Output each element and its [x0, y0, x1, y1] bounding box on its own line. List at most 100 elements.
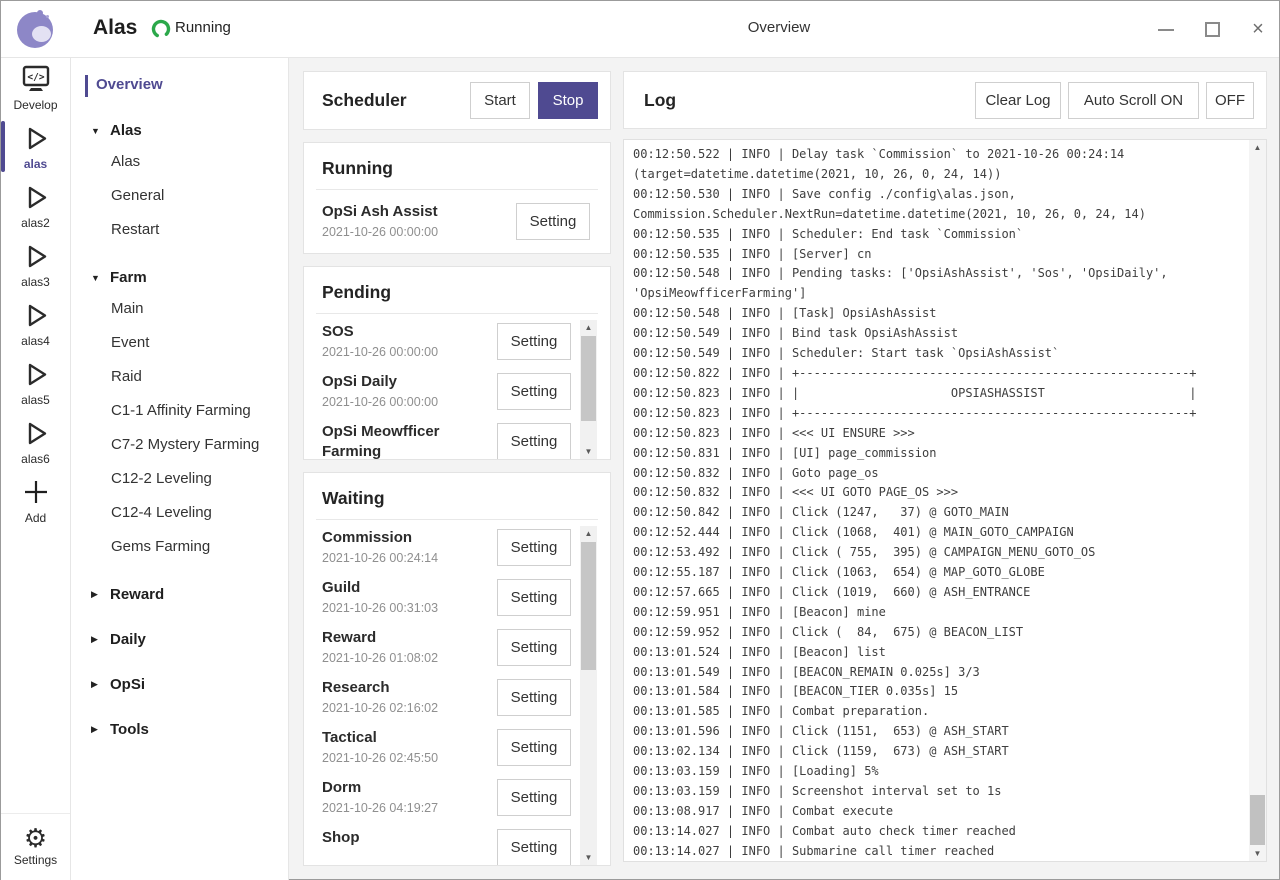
- waiting-title: Waiting: [322, 488, 385, 508]
- scheduler-status: Running: [175, 19, 231, 36]
- settings-label: Settings: [14, 853, 57, 867]
- minimize-button[interactable]: [1155, 19, 1177, 41]
- nav-group-daily[interactable]: ▶Daily: [71, 626, 288, 653]
- nav-item-restart[interactable]: Restart: [71, 213, 288, 246]
- task-row-opsi-meowfficer-farming: OpSi Meowfficer FarmingSetting: [304, 419, 610, 460]
- nav-item-gems-farming[interactable]: Gems Farming: [71, 530, 288, 563]
- nav-item-raid[interactable]: Raid: [71, 360, 288, 393]
- task-row-guild: Guild2021-10-26 00:31:03Setting: [304, 575, 610, 625]
- scroll-up-icon[interactable]: ▲: [580, 526, 597, 541]
- pending-scrollbar[interactable]: ▲ ▼: [580, 320, 597, 459]
- scrollbar-thumb[interactable]: [1250, 795, 1265, 845]
- running-title: Running: [322, 158, 393, 178]
- rail-item-alas2[interactable]: alas2: [1, 176, 70, 235]
- plus-icon: [21, 477, 51, 509]
- nav-group-farm[interactable]: ▼Farm: [71, 264, 288, 291]
- chevron-right-icon: ▶: [91, 589, 101, 600]
- play-icon: [21, 359, 51, 391]
- task-row-research: Research 2021-10-26 02:16:02 Setting: [304, 675, 610, 725]
- scroll-up-icon[interactable]: ▲: [580, 320, 597, 335]
- scroll-down-icon[interactable]: ▼: [1249, 846, 1266, 861]
- sidebar-item-overview[interactable]: Overview: [71, 70, 288, 99]
- rail-item-alas5[interactable]: alas5: [1, 353, 70, 412]
- nav-item-c12-2-leveling[interactable]: C12-2 Leveling: [71, 462, 288, 495]
- task-setting-button[interactable]: Setting: [497, 729, 571, 766]
- rail-item-alas3[interactable]: alas3: [1, 235, 70, 294]
- task-setting-button[interactable]: Setting: [497, 679, 571, 716]
- nav-group-tools[interactable]: ▶Tools: [71, 716, 288, 743]
- nav-item-c12-4-leveling[interactable]: C12-4 Leveling: [71, 496, 288, 529]
- nav-group-alas[interactable]: ▼Alas: [71, 117, 288, 144]
- instance-rail: </> Develop alas alas2 alas3alas4alas5alas6 A…: [1, 58, 71, 880]
- maximize-button[interactable]: [1201, 19, 1223, 41]
- task-next-run-time: 2021-10-26 00:24:14: [322, 551, 438, 565]
- rail-item-add[interactable]: Add: [1, 471, 70, 530]
- task-name: Research: [322, 678, 500, 698]
- task-setting-button[interactable]: Setting: [497, 423, 571, 460]
- task-next-run-time: 2021-10-26 00:00:00: [322, 225, 438, 239]
- task-setting-button[interactable]: Setting: [516, 203, 590, 240]
- scheduler-card: Scheduler Start Stop: [303, 71, 611, 130]
- svg-text:</>: </>: [27, 72, 44, 83]
- task-row-opsi-ash-assist: OpSi Ash Assist2021-10-26 00:00:00Settin…: [304, 199, 610, 249]
- task-setting-button[interactable]: Setting: [497, 373, 571, 410]
- task-setting-button[interactable]: Setting: [497, 579, 571, 616]
- task-setting-button[interactable]: Setting: [497, 323, 571, 360]
- task-next-run-time: 2021-10-26 00:00:00: [322, 345, 438, 359]
- scroll-down-icon[interactable]: ▼: [580, 850, 597, 865]
- task-name: SOS: [322, 322, 500, 342]
- scrollbar-thumb[interactable]: [581, 336, 596, 421]
- pending-title: Pending: [322, 282, 391, 302]
- nav-item-main[interactable]: Main: [71, 292, 288, 325]
- rail-item-label: Develop: [13, 98, 57, 112]
- nav-group-reward[interactable]: ▶Reward: [71, 581, 288, 608]
- close-button[interactable]: ×: [1247, 19, 1269, 41]
- task-setting-button[interactable]: Setting: [497, 629, 571, 666]
- auto-scroll-off-button[interactable]: OFF: [1206, 82, 1254, 119]
- rail-item-alas6[interactable]: alas6: [1, 412, 70, 471]
- task-name: Tactical: [322, 728, 500, 748]
- sidebar-item-settings[interactable]: ⚙ Settings: [1, 813, 70, 879]
- task-row-commission: Commission2021-10-26 00:24:14Setting: [304, 525, 610, 575]
- log-scrollbar[interactable]: ▲ ▼: [1249, 140, 1266, 861]
- nav-item-c1-1-affinity-farming[interactable]: C1-1 Affinity Farming: [71, 394, 288, 427]
- task-next-run-time: 2021-10-26 01:08:02: [322, 651, 438, 665]
- task-next-run-time: 2021-10-26 00:31:03: [322, 601, 438, 615]
- task-row-dorm: Dorm2021-10-26 04:19:27Setting: [304, 775, 610, 825]
- chevron-down-icon: ▼: [91, 126, 101, 136]
- nav-item-event[interactable]: Event: [71, 326, 288, 359]
- task-setting-button[interactable]: Setting: [497, 529, 571, 566]
- task-name: Reward: [322, 628, 500, 648]
- auto-scroll-button[interactable]: Auto Scroll ON: [1068, 82, 1199, 119]
- waiting-scrollbar[interactable]: ▲ ▼: [580, 526, 597, 865]
- scroll-up-icon[interactable]: ▲: [1249, 140, 1266, 155]
- log-output: 00:12:50.522 | INFO | Delay task `Commis…: [624, 140, 1249, 861]
- nav-group-label: Farm: [110, 269, 147, 286]
- stop-button[interactable]: Stop: [538, 82, 598, 119]
- nav-group-opsi[interactable]: ▶OpSi: [71, 671, 288, 698]
- log-title: Log: [644, 90, 676, 111]
- log-panel: 00:12:50.522 | INFO | Delay task `Commis…: [623, 139, 1267, 862]
- rail-item-label: alas2: [21, 216, 50, 230]
- nav-item-c7-2-mystery-farming[interactable]: C7-2 Mystery Farming: [71, 428, 288, 461]
- task-setting-button[interactable]: Setting: [497, 779, 571, 816]
- start-button[interactable]: Start: [470, 82, 530, 119]
- nav-item-alas[interactable]: Alas: [71, 145, 288, 178]
- rail-item-label: Add: [25, 511, 46, 525]
- clear-log-button[interactable]: Clear Log: [975, 82, 1061, 119]
- task-next-run-time: 2021-10-26 02:16:02: [322, 701, 438, 715]
- task-name: OpSi Daily: [322, 372, 500, 392]
- scroll-down-icon[interactable]: ▼: [580, 444, 597, 459]
- play-icon: [21, 300, 51, 332]
- rail-item-develop[interactable]: </> Develop: [1, 58, 70, 117]
- rail-item-alas[interactable]: alas: [1, 117, 70, 176]
- play-icon: [21, 123, 51, 155]
- task-name: OpSi Meowfficer Farming: [322, 422, 500, 460]
- rail-item-alas4[interactable]: alas4: [1, 294, 70, 353]
- overview-label: Overview: [96, 76, 163, 93]
- pending-card: Pending SOS2021-10-26 00:00:00SettingOpS…: [303, 266, 611, 460]
- menu-sidebar: Overview ▼AlasAlasGeneralRestart▼FarmMai…: [71, 58, 289, 880]
- nav-item-general[interactable]: General: [71, 179, 288, 212]
- task-setting-button[interactable]: Setting: [497, 829, 571, 866]
- scrollbar-thumb[interactable]: [581, 542, 596, 670]
